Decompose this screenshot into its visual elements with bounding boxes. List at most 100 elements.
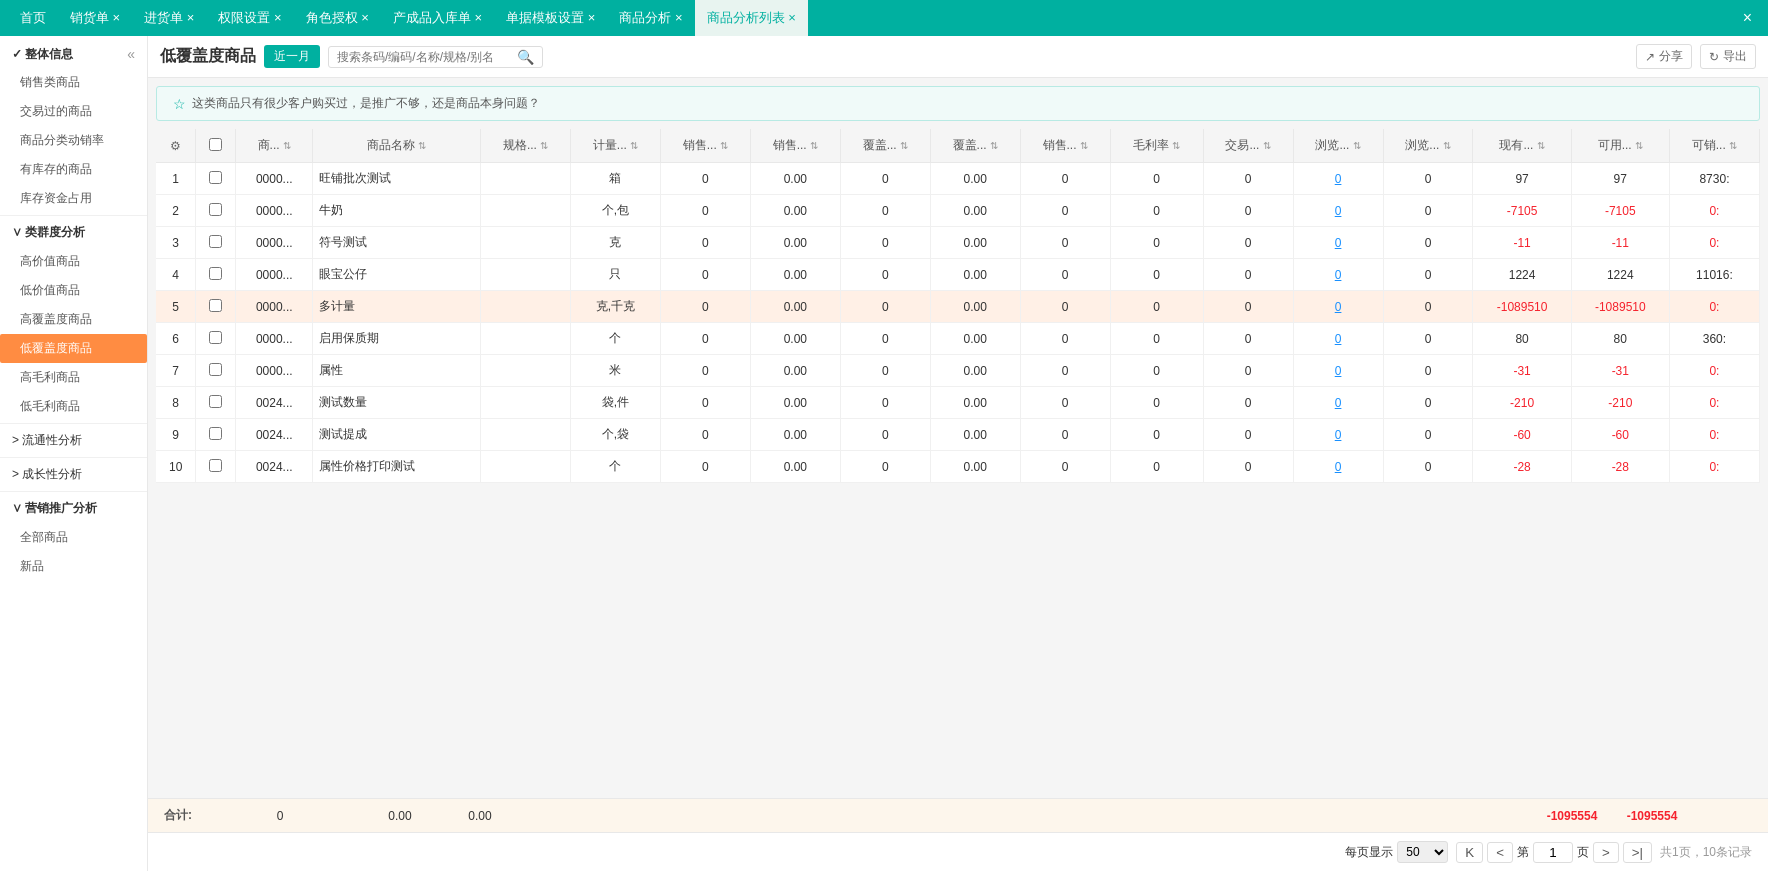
col-unit[interactable]: 计量... ⇅ bbox=[571, 129, 661, 163]
sidebar-item-high-margin[interactable]: 高毛利商品 bbox=[0, 363, 147, 392]
row-checkbox[interactable] bbox=[196, 387, 236, 419]
row-select-checkbox[interactable] bbox=[209, 427, 222, 440]
next-page-button[interactable]: > bbox=[1593, 842, 1619, 863]
time-filter-button[interactable]: 近一月 bbox=[264, 45, 320, 68]
row-checkbox[interactable] bbox=[196, 195, 236, 227]
row-browse1[interactable]: 0 bbox=[1293, 259, 1383, 291]
row-select-checkbox[interactable] bbox=[209, 203, 222, 216]
col-sales-qty[interactable]: 销售... ⇅ bbox=[660, 129, 750, 163]
row-cov2: 0.00 bbox=[930, 355, 1020, 387]
col-sales3[interactable]: 销售... ⇅ bbox=[1020, 129, 1110, 163]
sidebar-item-stock-capital[interactable]: 库存资金占用 bbox=[0, 184, 147, 213]
sidebar-item-high-value[interactable]: 高价值商品 bbox=[0, 247, 147, 276]
row-browse1[interactable]: 0 bbox=[1293, 163, 1383, 195]
sidebar-collapse-button[interactable]: « bbox=[123, 44, 139, 64]
close-all-button[interactable]: × bbox=[1735, 9, 1760, 27]
row-browse1[interactable]: 0 bbox=[1293, 291, 1383, 323]
page-number-input[interactable] bbox=[1533, 842, 1573, 863]
row-checkbox[interactable] bbox=[196, 355, 236, 387]
share-button[interactable]: ↗ 分享 bbox=[1636, 44, 1692, 69]
col-gross[interactable]: 毛利率 ⇅ bbox=[1110, 129, 1203, 163]
sidebar-item-sales-goods[interactable]: 销售类商品 bbox=[0, 68, 147, 97]
sidebar-item-high-coverage[interactable]: 高覆盖度商品 bbox=[0, 305, 147, 334]
first-page-button[interactable]: K bbox=[1456, 842, 1483, 863]
row-spec bbox=[481, 259, 571, 291]
nav-purchase[interactable]: 进货单 × bbox=[132, 0, 206, 36]
table-row: 4 0000... 眼宝公仔 只 0 0.00 0 0.00 0 0 0 0 0… bbox=[156, 259, 1760, 291]
row-checkbox[interactable] bbox=[196, 227, 236, 259]
sidebar-item-new-goods[interactable]: 新品 bbox=[0, 552, 147, 581]
col-checkbox[interactable] bbox=[196, 129, 236, 163]
sidebar-item-traded-goods[interactable]: 交易过的商品 bbox=[0, 97, 147, 126]
prev-page-button[interactable]: < bbox=[1487, 842, 1513, 863]
row-select-checkbox[interactable] bbox=[209, 171, 222, 184]
row-select-checkbox[interactable] bbox=[209, 299, 222, 312]
row-select-checkbox[interactable] bbox=[209, 331, 222, 344]
col-browse1[interactable]: 浏览... ⇅ bbox=[1293, 129, 1383, 163]
row-browse1[interactable]: 0 bbox=[1293, 419, 1383, 451]
nav-analysis-list[interactable]: 商品分析列表 × bbox=[695, 0, 808, 36]
row-select-checkbox[interactable] bbox=[209, 235, 222, 248]
row-checkbox[interactable] bbox=[196, 451, 236, 483]
col-current[interactable]: 现有... ⇅ bbox=[1473, 129, 1571, 163]
row-select-checkbox[interactable] bbox=[209, 267, 222, 280]
row-browse1[interactable]: 0 bbox=[1293, 451, 1383, 483]
row-current: 1224 bbox=[1473, 259, 1571, 291]
search-input[interactable] bbox=[337, 50, 517, 64]
col-sales-amt[interactable]: 销售... ⇅ bbox=[750, 129, 840, 163]
nav-home[interactable]: 首页 bbox=[8, 0, 58, 36]
sidebar-item-low-value[interactable]: 低价值商品 bbox=[0, 276, 147, 305]
row-browse1[interactable]: 0 bbox=[1293, 195, 1383, 227]
col-name[interactable]: 商品名称 ⇅ bbox=[313, 129, 481, 163]
nav-sales[interactable]: 销货单 × bbox=[58, 0, 132, 36]
col-settings[interactable]: ⚙ bbox=[156, 129, 196, 163]
row-checkbox[interactable] bbox=[196, 163, 236, 195]
col-code[interactable]: 商... ⇅ bbox=[236, 129, 313, 163]
row-checkbox[interactable] bbox=[196, 259, 236, 291]
row-cov2: 0.00 bbox=[930, 323, 1020, 355]
last-page-button[interactable]: >| bbox=[1623, 842, 1652, 863]
row-saleable: 0: bbox=[1669, 451, 1759, 483]
row-browse1[interactable]: 0 bbox=[1293, 387, 1383, 419]
sidebar-group-analysis-title: ∨ 类群度分析 bbox=[0, 218, 147, 247]
sidebar-growth-title[interactable]: > 成长性分析 bbox=[0, 460, 147, 489]
sidebar-liquidity-title[interactable]: > 流通性分析 bbox=[0, 426, 147, 455]
export-button[interactable]: ↻ 导出 bbox=[1700, 44, 1756, 69]
row-checkbox[interactable] bbox=[196, 419, 236, 451]
sidebar-item-category-rate[interactable]: 商品分类动销率 bbox=[0, 126, 147, 155]
sidebar-item-low-margin[interactable]: 低毛利商品 bbox=[0, 392, 147, 421]
row-num: 7 bbox=[156, 355, 196, 387]
sidebar-item-all-goods[interactable]: 全部商品 bbox=[0, 523, 147, 552]
page-size-select[interactable]: 20 50 100 bbox=[1397, 841, 1448, 863]
col-browse2[interactable]: 浏览... ⇅ bbox=[1383, 129, 1473, 163]
alert-star-icon: ☆ bbox=[173, 96, 186, 112]
col-spec[interactable]: 规格... ⇅ bbox=[481, 129, 571, 163]
row-browse1[interactable]: 0 bbox=[1293, 323, 1383, 355]
row-browse1[interactable]: 0 bbox=[1293, 355, 1383, 387]
nav-products[interactable]: 产成品入库单 × bbox=[381, 0, 494, 36]
row-sales3: 0 bbox=[1020, 195, 1110, 227]
row-select-checkbox[interactable] bbox=[209, 459, 222, 472]
sidebar-item-stocked-goods[interactable]: 有库存的商品 bbox=[0, 155, 147, 184]
row-select-checkbox[interactable] bbox=[209, 363, 222, 376]
col-transaction[interactable]: 交易... ⇅ bbox=[1203, 129, 1293, 163]
nav-roles[interactable]: 角色授权 × bbox=[294, 0, 381, 36]
row-cov1: 0 bbox=[840, 195, 930, 227]
select-all-checkbox[interactable] bbox=[209, 138, 222, 151]
col-available[interactable]: 可用... ⇅ bbox=[1571, 129, 1669, 163]
col-saleable[interactable]: 可销... ⇅ bbox=[1669, 129, 1759, 163]
row-sales3: 0 bbox=[1020, 355, 1110, 387]
col-coverage2[interactable]: 覆盖... ⇅ bbox=[930, 129, 1020, 163]
row-browse1[interactable]: 0 bbox=[1293, 227, 1383, 259]
row-browse2: 0 bbox=[1383, 195, 1473, 227]
nav-permissions[interactable]: 权限设置 × bbox=[206, 0, 293, 36]
nav-templates[interactable]: 单据模板设置 × bbox=[494, 0, 607, 36]
row-num: 5 bbox=[156, 291, 196, 323]
col-coverage1[interactable]: 覆盖... ⇅ bbox=[840, 129, 930, 163]
nav-analysis[interactable]: 商品分析 × bbox=[607, 0, 694, 36]
row-select-checkbox[interactable] bbox=[209, 395, 222, 408]
sidebar-item-low-coverage[interactable]: 低覆盖度商品 bbox=[0, 334, 147, 363]
alert-text: 这类商品只有很少客户购买过，是推广不够，还是商品本身问题？ bbox=[192, 95, 540, 112]
row-checkbox[interactable] bbox=[196, 323, 236, 355]
row-checkbox[interactable] bbox=[196, 291, 236, 323]
